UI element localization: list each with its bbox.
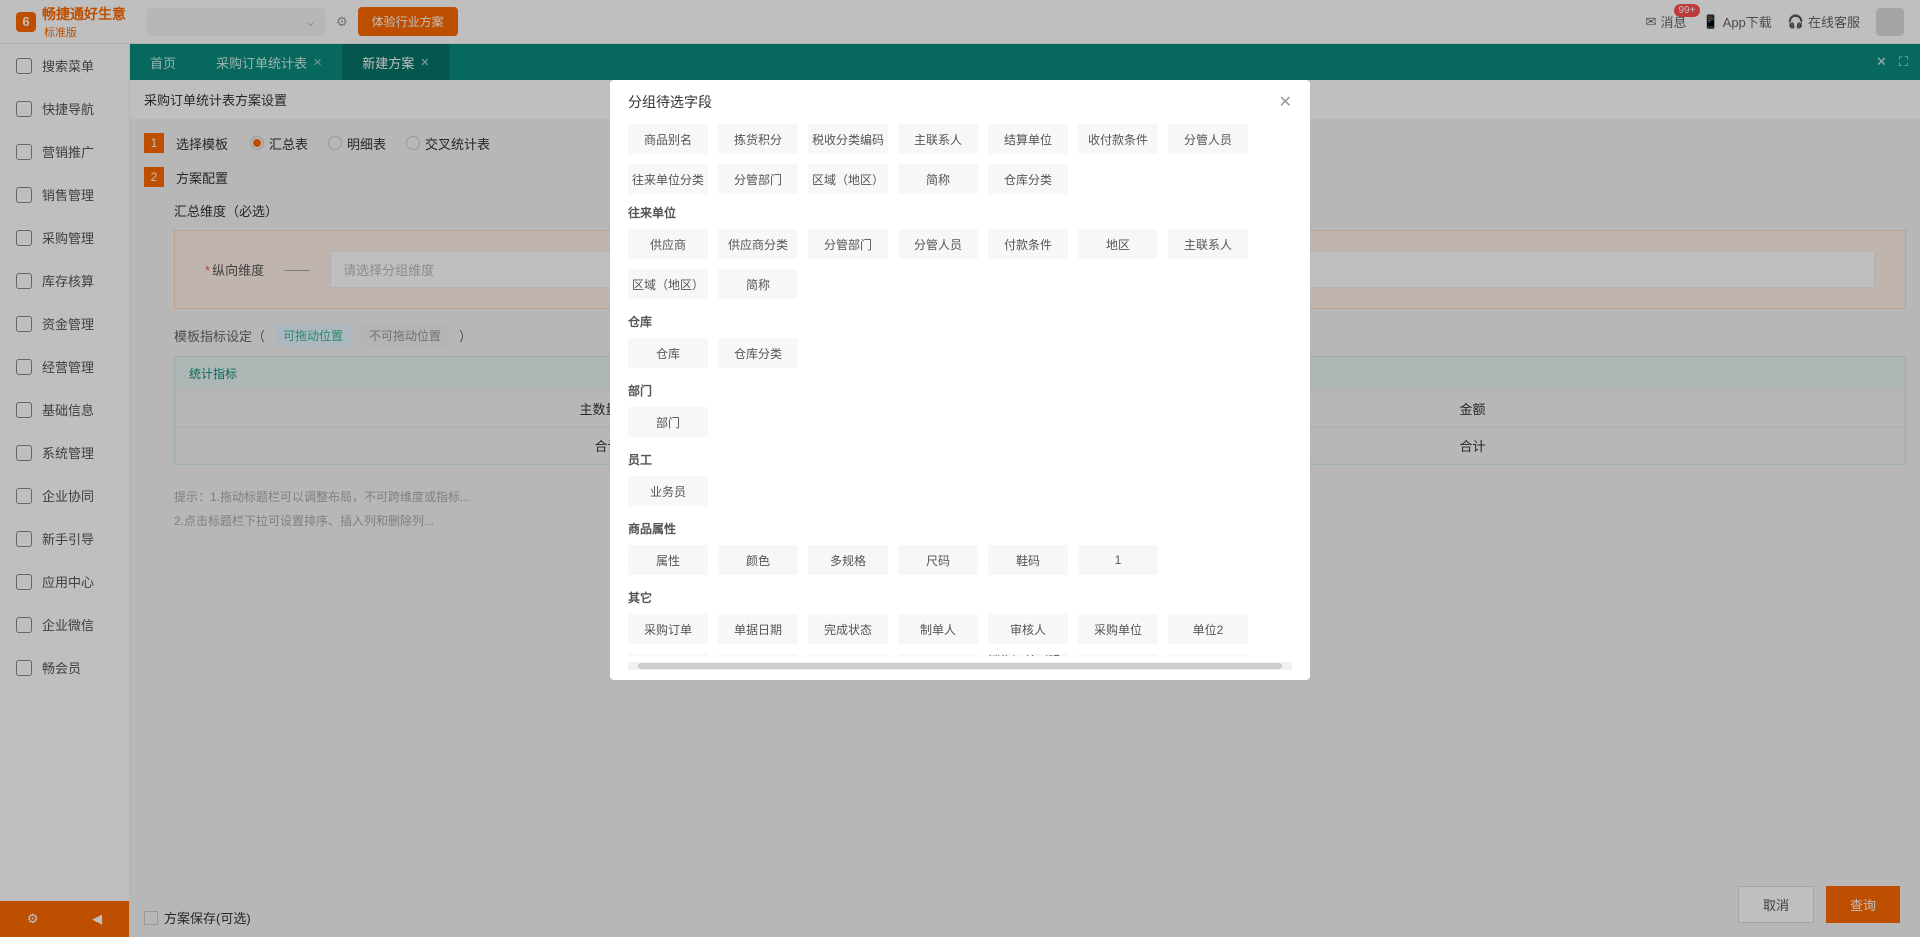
field-chip[interactable]: 审核人 bbox=[988, 614, 1068, 644]
chip-row: 部门 bbox=[628, 407, 1292, 437]
field-chip[interactable]: 销售订单（明细） bbox=[988, 654, 1068, 656]
field-chip[interactable]: 供应商分类 bbox=[718, 229, 798, 259]
field-chip[interactable]: 拣货积分 bbox=[718, 124, 798, 154]
field-chip[interactable]: 区域（地区） bbox=[808, 164, 888, 194]
section-title: 往来单位 bbox=[628, 204, 1292, 221]
field-chip[interactable]: 多规格 bbox=[808, 545, 888, 575]
field-chip[interactable]: 主计量 bbox=[628, 654, 708, 656]
chip-row: 仓库仓库分类 bbox=[628, 338, 1292, 368]
field-chip[interactable]: 主联系人 bbox=[898, 124, 978, 154]
field-chip[interactable]: 批号 bbox=[718, 654, 798, 656]
modal-close-button[interactable]: ✕ bbox=[1279, 92, 1292, 112]
field-section: 其它采购订单单据日期完成状态制单人审核人采购单位单位2 主计量 批号 价格类型 销售订单… bbox=[628, 589, 1292, 656]
field-chip[interactable]: 价格类型 bbox=[808, 654, 888, 656]
field-chip[interactable]: 付款条件 bbox=[988, 229, 1068, 259]
field-section: 往来单位供应商供应商分类分管部门分管人员付款条件地区主联系人区域（地区） 简称 bbox=[628, 204, 1292, 299]
field-chip[interactable]: 项目 bbox=[1168, 654, 1248, 656]
field-chip[interactable]: 仓库分类 bbox=[718, 338, 798, 368]
field-chip[interactable]: 颜色 bbox=[718, 545, 798, 575]
section-title: 部门 bbox=[628, 382, 1292, 399]
field-chip[interactable]: 单据日期 bbox=[718, 614, 798, 644]
field-chip[interactable]: 税收分类编码 bbox=[808, 124, 888, 154]
field-chip[interactable]: 1 bbox=[1078, 545, 1158, 575]
field-chip[interactable]: 完成状态 bbox=[808, 614, 888, 644]
horizontal-scrollbar[interactable] bbox=[628, 662, 1292, 671]
field-chip[interactable]: 分管人员 bbox=[1168, 124, 1248, 154]
field-chip[interactable]: 结算单位 bbox=[988, 124, 1068, 154]
chip-row: 业务员 bbox=[628, 476, 1292, 506]
chip-row: 采购订单单据日期完成状态制单人审核人采购单位单位2 主计量 批号 价格类型 销售订单 销售… bbox=[628, 614, 1292, 656]
field-chip[interactable]: 采购单位 bbox=[1078, 614, 1158, 644]
field-chip[interactable]: 供应商 bbox=[628, 229, 708, 259]
field-section: 商品属性属性颜色多规格尺码鞋码 1 bbox=[628, 520, 1292, 575]
field-chip[interactable]: 业务员 bbox=[628, 476, 708, 506]
chip-row-top-0: 商品别名拣货积分税收分类编码主联系人结算单位收付款条件分管人员 bbox=[628, 124, 1292, 154]
chip-row: 供应商供应商分类分管部门分管人员付款条件地区主联系人区域（地区） 简称 bbox=[628, 229, 1292, 299]
field-chip[interactable]: 往来单位分类 bbox=[628, 164, 708, 194]
field-chip[interactable]: 简称 bbox=[718, 269, 798, 299]
field-chip[interactable]: 来源单据 bbox=[1078, 654, 1158, 656]
field-chip[interactable]: 部门 bbox=[628, 407, 708, 437]
field-chip[interactable]: 仓库 bbox=[628, 338, 708, 368]
modal-head: 分组待选字段 ✕ bbox=[610, 80, 1310, 124]
field-chip[interactable]: 分管人员 bbox=[898, 229, 978, 259]
modal-overlay[interactable]: 分组待选字段 ✕ 商品别名拣货积分税收分类编码主联系人结算单位收付款条件分管人员… bbox=[0, 0, 1920, 937]
modal-body: 商品别名拣货积分税收分类编码主联系人结算单位收付款条件分管人员 往来单位分类分管… bbox=[610, 124, 1310, 656]
field-chip[interactable]: 采购订单 bbox=[628, 614, 708, 644]
field-chip[interactable]: 分管部门 bbox=[808, 229, 888, 259]
field-chip[interactable]: 销售订单 bbox=[898, 654, 978, 656]
chip-row: 属性颜色多规格尺码鞋码 1 bbox=[628, 545, 1292, 575]
field-section: 员工业务员 bbox=[628, 451, 1292, 506]
field-chip[interactable]: 分管部门 bbox=[718, 164, 798, 194]
field-chip[interactable]: 简称 bbox=[898, 164, 978, 194]
field-section: 部门部门 bbox=[628, 382, 1292, 437]
field-chip[interactable]: 属性 bbox=[628, 545, 708, 575]
field-chip[interactable]: 地区 bbox=[1078, 229, 1158, 259]
field-chip[interactable]: 区域（地区） bbox=[628, 269, 708, 299]
field-chip[interactable]: 制单人 bbox=[898, 614, 978, 644]
section-title: 仓库 bbox=[628, 313, 1292, 330]
field-chip[interactable]: 单位2 bbox=[1168, 614, 1248, 644]
field-chip[interactable]: 商品别名 bbox=[628, 124, 708, 154]
field-chip[interactable]: 仓库分类 bbox=[988, 164, 1068, 194]
field-chip[interactable]: 收付款条件 bbox=[1078, 124, 1158, 154]
section-title: 商品属性 bbox=[628, 520, 1292, 537]
field-section: 仓库仓库仓库分类 bbox=[628, 313, 1292, 368]
section-title: 其它 bbox=[628, 589, 1292, 606]
field-select-modal: 分组待选字段 ✕ 商品别名拣货积分税收分类编码主联系人结算单位收付款条件分管人员… bbox=[610, 80, 1310, 680]
field-chip[interactable]: 尺码 bbox=[898, 545, 978, 575]
section-title: 员工 bbox=[628, 451, 1292, 468]
chip-row-top-1: 往来单位分类分管部门区域（地区） 简称仓库分类 bbox=[628, 164, 1292, 194]
field-chip[interactable]: 鞋码 bbox=[988, 545, 1068, 575]
field-chip[interactable]: 主联系人 bbox=[1168, 229, 1248, 259]
modal-title: 分组待选字段 bbox=[628, 92, 712, 112]
